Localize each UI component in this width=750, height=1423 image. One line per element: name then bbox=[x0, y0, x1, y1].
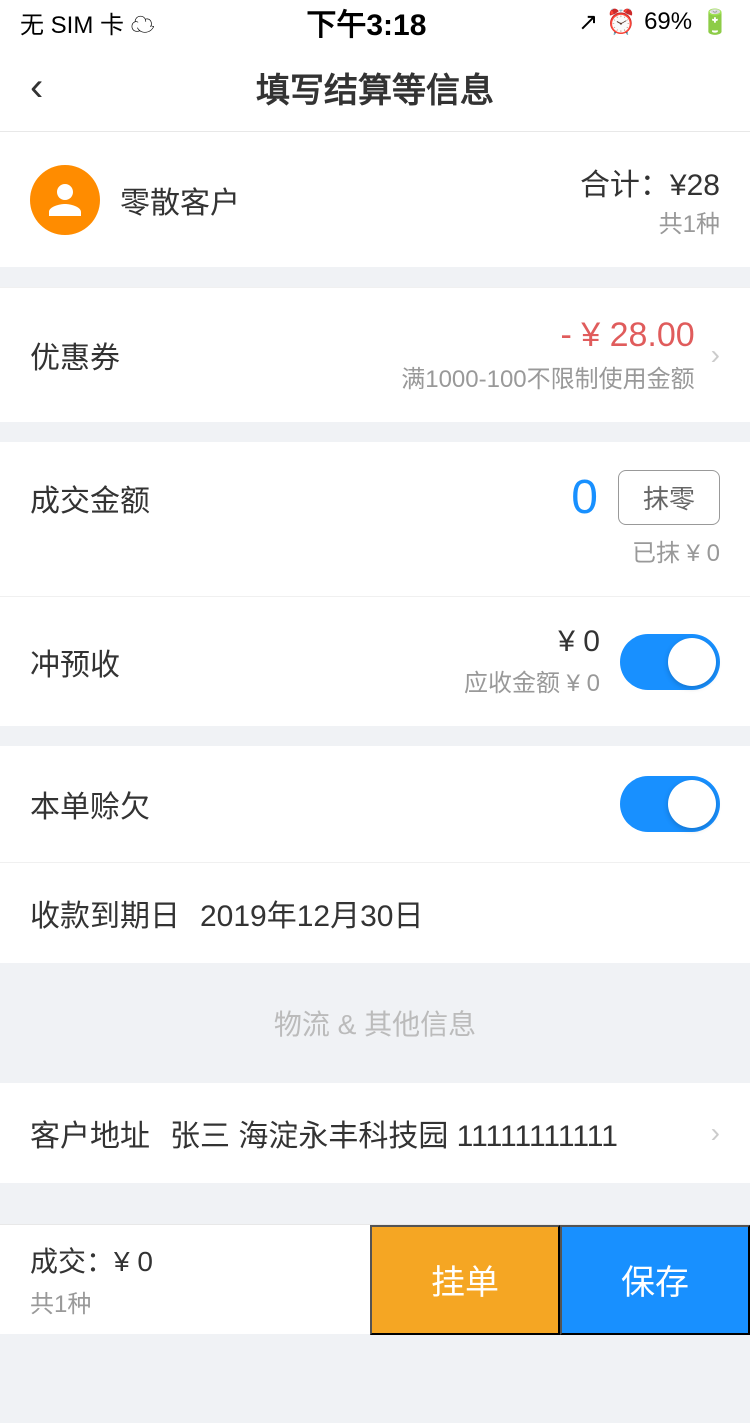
back-button[interactable]: ‹ bbox=[30, 65, 43, 110]
nav-bar: ‹ 填写结算等信息 bbox=[0, 44, 750, 132]
gap-6 bbox=[0, 1183, 750, 1203]
coupon-label: 优惠券 bbox=[30, 333, 120, 377]
chevron-right-icon: › bbox=[711, 339, 720, 371]
coupon-row[interactable]: 优惠券 - ¥ 28.00 满1000-100不限制使用金额 › bbox=[0, 287, 750, 422]
status-bar-right: ↗ ⏰ 69% 🔋 bbox=[578, 8, 730, 37]
due-date-label: 收款到期日 bbox=[30, 891, 180, 935]
toggle-knob bbox=[668, 638, 716, 686]
prepay-amounts: ¥ 0 应收金额 ¥ 0 bbox=[464, 625, 600, 698]
prepay-right: ¥ 0 应收金额 ¥ 0 bbox=[464, 625, 720, 698]
prepay-sub: 应收金额 ¥ 0 bbox=[464, 663, 600, 698]
deal-value: ¥ 0 bbox=[114, 1246, 153, 1277]
amount-section: 成交金额 0 抹零 已抹 ¥ 0 bbox=[0, 442, 750, 596]
debt-label: 本单赊欠 bbox=[30, 782, 150, 826]
prepay-row: 冲预收 ¥ 0 应收金额 ¥ 0 bbox=[0, 596, 750, 726]
customer-total-label: 合计：¥28 bbox=[580, 160, 720, 204]
gap-5 bbox=[0, 1063, 750, 1083]
amount-value: 0 bbox=[571, 470, 598, 525]
prepay-label: 冲预收 bbox=[30, 640, 120, 684]
gap-3 bbox=[0, 726, 750, 746]
coupon-value: - ¥ 28.00 bbox=[401, 316, 694, 355]
gap-1 bbox=[0, 267, 750, 287]
location-icon: ↗ bbox=[578, 8, 598, 37]
status-bar: 无 SIM 卡 ☁ 下午3:18 ↗ ⏰ 69% 🔋 bbox=[0, 0, 750, 44]
amount-sub-text: 已抹 ¥ 0 bbox=[30, 533, 720, 568]
battery-icon: 🔋 bbox=[700, 8, 730, 37]
customer-avatar bbox=[30, 165, 100, 235]
address-row[interactable]: 客户地址 张三 海淀永丰科技园 11111111111 › bbox=[0, 1083, 750, 1183]
no-sim-label: 无 SIM 卡 ☁ bbox=[20, 5, 155, 40]
hang-button[interactable]: 挂单 bbox=[370, 1225, 560, 1335]
gap-7 bbox=[0, 1203, 750, 1223]
customer-info-left: 零散客户 bbox=[30, 165, 240, 235]
page-title: 填写结算等信息 bbox=[256, 63, 494, 112]
battery-label: 69% bbox=[644, 8, 692, 36]
prepay-value: ¥ 0 bbox=[464, 625, 600, 659]
status-bar-left: 无 SIM 卡 ☁ bbox=[20, 5, 155, 40]
logistics-divider: 物流 & 其他信息 bbox=[0, 983, 750, 1063]
debt-section: 本单赊欠 bbox=[0, 746, 750, 862]
divider-text: 物流 & 其他信息 bbox=[274, 1003, 476, 1043]
amount-right: 0 抹零 bbox=[571, 470, 720, 525]
user-icon bbox=[45, 180, 85, 220]
bottom-bar: 成交：¥ 0 共1种 挂单 保存 bbox=[0, 1224, 750, 1334]
amount-top-row: 成交金额 0 抹零 bbox=[30, 470, 720, 525]
coupon-right: - ¥ 28.00 满1000-100不限制使用金额 › bbox=[401, 316, 720, 394]
debt-toggle[interactable] bbox=[620, 776, 720, 832]
customer-totals: 合计：¥28 共1种 bbox=[580, 160, 720, 239]
due-date-section: 收款到期日 2019年12月30日 bbox=[0, 862, 750, 963]
deal-prefix: 成交： bbox=[30, 1246, 114, 1277]
chevron-right-icon-2: › bbox=[711, 1117, 720, 1149]
prepay-toggle[interactable] bbox=[620, 634, 720, 690]
due-date-content: 收款到期日 2019年12月30日 bbox=[30, 891, 720, 935]
gap-4 bbox=[0, 963, 750, 983]
address-chevron: › bbox=[711, 1117, 720, 1149]
bottom-count-label: 共1种 bbox=[30, 1284, 340, 1319]
amount-label: 成交金额 bbox=[30, 476, 150, 520]
alarm-icon: ⏰ bbox=[606, 8, 636, 37]
address-value: 张三 海淀永丰科技园 11111111111 bbox=[170, 1111, 711, 1155]
bottom-deal-label: 成交：¥ 0 bbox=[30, 1240, 340, 1280]
debt-toggle-knob bbox=[668, 780, 716, 828]
status-bar-time: 下午3:18 bbox=[306, 0, 426, 44]
customer-name: 零散客户 bbox=[120, 178, 240, 222]
coupon-sub: 满1000-100不限制使用金额 bbox=[401, 359, 694, 394]
address-label: 客户地址 bbox=[30, 1111, 150, 1155]
save-button[interactable]: 保存 bbox=[560, 1225, 750, 1335]
bottom-info: 成交：¥ 0 共1种 bbox=[0, 1240, 370, 1319]
customer-count-label: 共1种 bbox=[580, 204, 720, 239]
gap-2 bbox=[0, 422, 750, 442]
round-button[interactable]: 抹零 bbox=[618, 470, 720, 525]
customer-row: 零散客户 合计：¥28 共1种 bbox=[0, 132, 750, 267]
due-date-value: 2019年12月30日 bbox=[200, 891, 423, 935]
